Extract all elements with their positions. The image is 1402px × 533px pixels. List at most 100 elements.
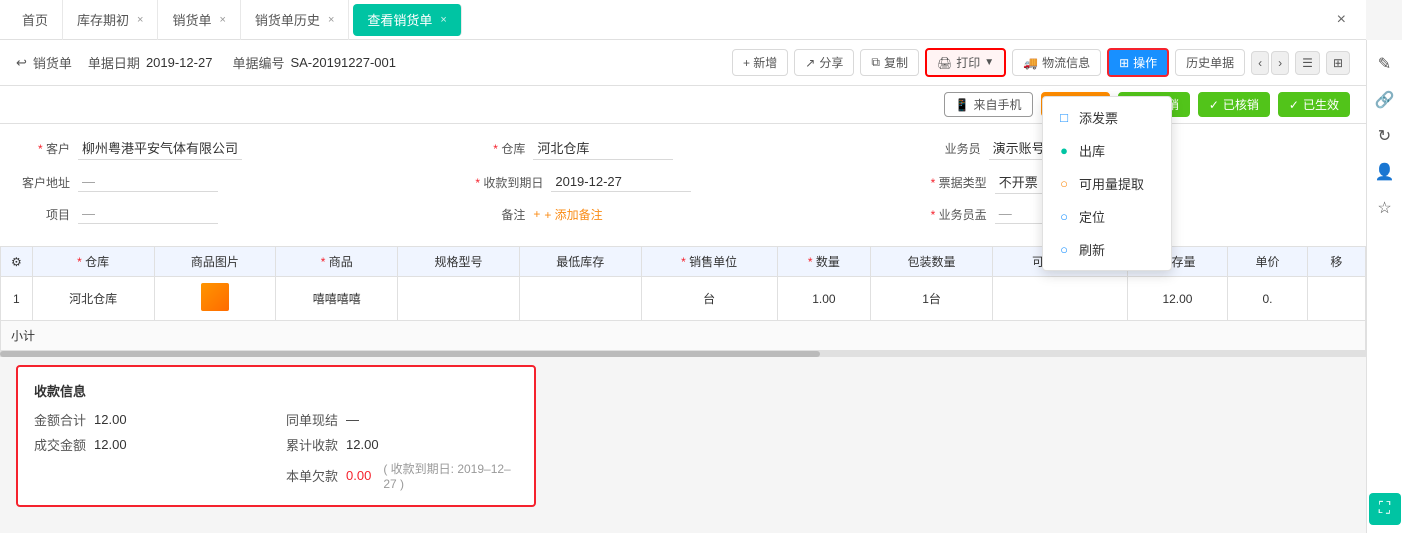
project-label: 项目 xyxy=(20,206,70,223)
customer-field: 客户 柳州粤港平安气体有限公司 xyxy=(20,136,435,160)
sidebar-refresh-icon[interactable]: ↻ xyxy=(1369,120,1401,152)
product-image xyxy=(201,283,229,311)
truck-icon: 🚚 xyxy=(1023,56,1038,70)
copy-button[interactable]: ⧉ 复制 xyxy=(860,49,919,76)
row-unit[interactable]: 台 xyxy=(641,277,777,321)
from-phone-button[interactable]: 📱 来自手机 xyxy=(944,92,1033,117)
address-label: 客户地址 xyxy=(20,174,70,191)
tab-sale[interactable]: 销货单 × xyxy=(158,0,240,40)
sidebar-star-icon[interactable]: ☆ xyxy=(1369,192,1401,224)
doc-date-field: 单据日期 2019-12-27 xyxy=(88,53,213,72)
deal-amount-value: 12.00 xyxy=(94,437,127,452)
arrears-label: 本单欠款 xyxy=(286,466,338,485)
tab-inventory[interactable]: 库存期初 × xyxy=(63,0,158,40)
project-value[interactable]: — xyxy=(78,204,218,224)
row-pack-qty[interactable]: 1台 xyxy=(871,277,993,321)
total-amount-value: 12.00 xyxy=(94,412,127,427)
sidebar-expand-icon[interactable]: ⛶ xyxy=(1369,493,1401,525)
settle-label: 同单现结 xyxy=(286,410,338,429)
dropdown-available-extract[interactable]: ○ 可用量提取 xyxy=(1043,167,1171,200)
list-view-button[interactable]: ☰ xyxy=(1295,51,1320,75)
sidebar-link-icon[interactable]: 🔗 xyxy=(1369,84,1401,116)
grid-view-button[interactable]: ⊞ xyxy=(1326,51,1350,75)
row-spec[interactable] xyxy=(398,277,520,321)
doc-number-field: 单据编号 SA-20191227-001 xyxy=(232,53,396,72)
new-button[interactable]: + 新增 xyxy=(732,49,788,76)
row-min-stock[interactable] xyxy=(519,277,641,321)
doc-type-label: 销货单 xyxy=(33,53,72,72)
scroll-thumb[interactable] xyxy=(0,351,820,357)
effective-icon: ✓ xyxy=(1289,98,1299,112)
document-meta: 单据日期 2019-12-27 单据编号 SA-20191227-001 xyxy=(88,53,716,72)
add-note-button[interactable]: + + 添加备注 xyxy=(533,206,602,223)
col-warehouse: * 仓库 xyxy=(32,247,154,277)
cumulative-row: 累计收款 12.00 xyxy=(286,435,518,454)
close-window-button[interactable]: × xyxy=(1325,11,1358,29)
warehouse-value[interactable]: 河北仓库 xyxy=(533,136,673,160)
dropdown-ship-out[interactable]: ● 出库 xyxy=(1043,134,1171,167)
col-setting[interactable]: ⚙ xyxy=(1,247,33,277)
row-unit-price[interactable]: 0. xyxy=(1228,277,1307,321)
close-inventory-tab[interactable]: × xyxy=(137,14,143,26)
doc-date-label: 单据日期 xyxy=(88,53,140,72)
dropdown-locate[interactable]: ○ 定位 xyxy=(1043,200,1171,233)
sold-icon: ✓ xyxy=(1209,98,1219,112)
subtotal-label: 小计 xyxy=(1,321,1366,351)
logistics-button[interactable]: 🚚 物流信息 xyxy=(1012,49,1101,76)
scroll-indicator[interactable] xyxy=(0,351,1366,357)
sold-button[interactable]: ✓ 已核销 xyxy=(1198,92,1270,117)
col-unit: * 销售单位 xyxy=(641,247,777,277)
locate-label: 定位 xyxy=(1079,207,1105,226)
col-quantity: * 数量 xyxy=(777,247,871,277)
tab-view-sale[interactable]: 查看销货单 × xyxy=(353,4,461,36)
ship-out-icon: ● xyxy=(1057,144,1071,158)
row-image xyxy=(154,277,276,321)
sidebar-user-icon[interactable]: 👤 xyxy=(1369,156,1401,188)
dropdown-refresh[interactable]: ○ 刷新 xyxy=(1043,233,1171,266)
tab-home[interactable]: 首页 xyxy=(8,0,63,40)
payment-date-value[interactable]: 2019-12-27 xyxy=(551,172,691,192)
col-more: 移 xyxy=(1307,247,1365,277)
history-button[interactable]: 历史单据 xyxy=(1175,49,1245,76)
sidebar-edit-icon[interactable]: ✎ xyxy=(1369,48,1401,80)
row-current-stock[interactable]: 12.00 xyxy=(1127,277,1228,321)
row-product[interactable]: 嘻嘻嘻嘻 xyxy=(276,277,398,321)
note-field: 备注 + + 添加备注 xyxy=(475,206,890,223)
share-button[interactable]: ↗ 分享 xyxy=(794,49,854,76)
row-warehouse[interactable]: 河北仓库 xyxy=(32,277,154,321)
print-button[interactable]: 🖨 打印 ▼ xyxy=(925,48,1006,77)
table-row: 1 河北仓库 嘻嘻嘻嘻 台 1.00 1台 12.00 0. xyxy=(1,277,1366,321)
locate-icon: ○ xyxy=(1057,210,1071,224)
settle-row: 同单现结 — xyxy=(286,410,518,429)
next-button[interactable]: › xyxy=(1271,51,1289,75)
row-more xyxy=(1307,277,1365,321)
customer-value[interactable]: 柳州粤港平安气体有限公司 xyxy=(78,136,242,160)
payment-title: 收款信息 xyxy=(34,381,518,400)
close-view-sale-tab[interactable]: × xyxy=(440,14,446,26)
row-available[interactable] xyxy=(992,277,1127,321)
address-value[interactable]: — xyxy=(78,172,218,192)
warehouse-label: 仓库 xyxy=(475,140,525,157)
arrears-value: 0.00 xyxy=(346,468,371,483)
refresh-icon: ○ xyxy=(1057,243,1071,257)
col-pack-qty: 包装数量 xyxy=(871,247,993,277)
payment-date-label: 收款到期日 xyxy=(475,174,543,191)
col-spec: 规格型号 xyxy=(398,247,520,277)
prev-button[interactable]: ‹ xyxy=(1251,51,1269,75)
cumulative-label: 累计收款 xyxy=(286,435,338,454)
operation-button[interactable]: ⊞ 操作 xyxy=(1107,48,1169,77)
close-sale-tab[interactable]: × xyxy=(219,14,225,26)
col-image: 商品图片 xyxy=(154,247,276,277)
subtotal-row: 小计 xyxy=(1,321,1366,351)
close-history-tab[interactable]: × xyxy=(328,14,334,26)
tab-sale-history[interactable]: 销货单历史 × xyxy=(241,0,349,40)
settle-value: — xyxy=(346,412,359,427)
share-icon: ↗ xyxy=(805,56,815,70)
copy-icon: ⧉ xyxy=(871,55,880,70)
row-quantity[interactable]: 1.00 xyxy=(777,277,871,321)
effective-button[interactable]: ✓ 已生效 xyxy=(1278,92,1350,117)
doc-number-value: SA-20191227-001 xyxy=(290,55,396,70)
print-dropdown-arrow: ▼ xyxy=(984,57,994,68)
warehouse-field: 仓库 河北仓库 xyxy=(475,136,890,160)
dropdown-add-invoice[interactable]: □ 添发票 xyxy=(1043,101,1171,134)
